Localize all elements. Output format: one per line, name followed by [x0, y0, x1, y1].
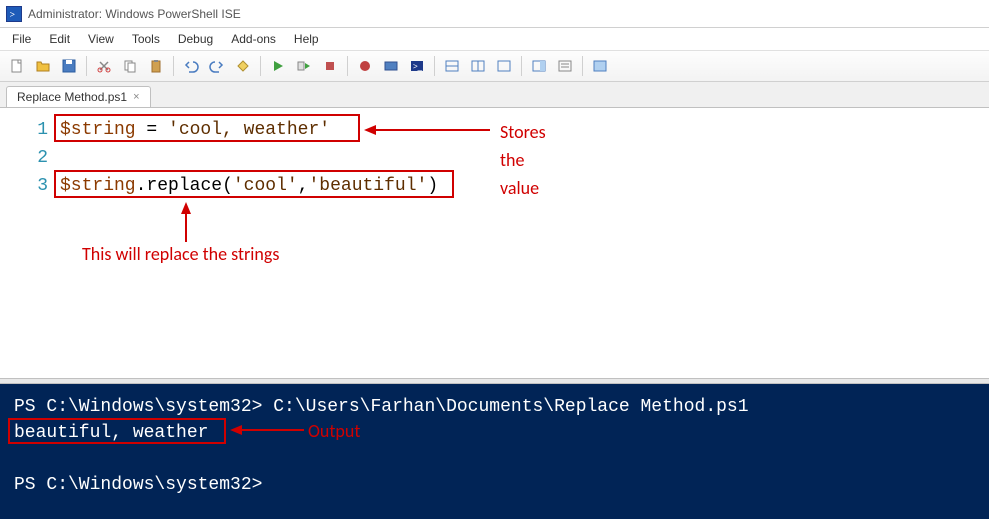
clear-button[interactable]: [232, 55, 254, 77]
separator: [86, 56, 87, 76]
separator: [582, 56, 583, 76]
method-name: replace: [146, 176, 222, 196]
menu-debug[interactable]: Debug: [170, 30, 221, 48]
separator: [521, 56, 522, 76]
annotation-text: This will replace the strings: [82, 240, 279, 268]
undo-button[interactable]: [180, 55, 202, 77]
powershell-button[interactable]: >_: [406, 55, 428, 77]
menu-addons[interactable]: Add-ons: [223, 30, 284, 48]
show-command-button[interactable]: [554, 55, 576, 77]
console-command: C:\Users\Farhan\Documents\Replace Method…: [273, 397, 748, 417]
console-prompt: PS C:\Windows\system32>: [14, 472, 975, 498]
options-button[interactable]: [589, 55, 611, 77]
tab-close-button[interactable]: ×: [133, 91, 139, 103]
code-line-2: [60, 144, 438, 172]
open-button[interactable]: [32, 55, 54, 77]
editor-pane[interactable]: 1 2 3 $string = 'cool, weather' $string.…: [0, 108, 989, 378]
menu-help[interactable]: Help: [286, 30, 327, 48]
paren: ): [427, 176, 438, 196]
separator: [260, 56, 261, 76]
variable: $string: [60, 120, 136, 140]
tab-file[interactable]: Replace Method.ps1 ×: [6, 86, 151, 107]
toolbar: >_: [0, 50, 989, 82]
pane-button-2[interactable]: [467, 55, 489, 77]
paste-button[interactable]: [145, 55, 167, 77]
comma: ,: [298, 176, 309, 196]
svg-text:>_: >_: [413, 62, 423, 71]
paren: (: [222, 176, 233, 196]
line-number: 1: [0, 116, 48, 144]
menu-tools[interactable]: Tools: [124, 30, 168, 48]
variable: $string: [60, 176, 136, 196]
console-line: PS C:\Windows\system32> C:\Users\Farhan\…: [14, 394, 975, 420]
line-number: 3: [0, 172, 48, 200]
separator: [434, 56, 435, 76]
cut-button[interactable]: [93, 55, 115, 77]
code-area[interactable]: $string = 'cool, weather' $string.replac…: [60, 108, 438, 378]
console-prompt: PS C:\Windows\system32>: [14, 397, 273, 417]
titlebar: > Administrator: Windows PowerShell ISE: [0, 0, 989, 28]
string-literal: 'cool, weather': [168, 120, 330, 140]
breakpoint-button[interactable]: [354, 55, 376, 77]
copy-button[interactable]: [119, 55, 141, 77]
command-addon-button[interactable]: [528, 55, 550, 77]
arrow-icon: [180, 200, 192, 242]
pane-button-3[interactable]: [493, 55, 515, 77]
console-output: beautiful, weather: [14, 420, 975, 446]
menubar: File Edit View Tools Debug Add-ons Help: [0, 28, 989, 50]
pane-button-1[interactable]: [441, 55, 463, 77]
separator: [347, 56, 348, 76]
menu-file[interactable]: File: [4, 30, 39, 48]
svg-text:>: >: [10, 9, 15, 20]
line-number: 2: [0, 144, 48, 172]
menu-edit[interactable]: Edit: [41, 30, 78, 48]
tab-strip: Replace Method.ps1 ×: [0, 82, 989, 108]
tab-label: Replace Method.ps1: [17, 90, 127, 104]
menu-view[interactable]: View: [80, 30, 122, 48]
stop-button[interactable]: [319, 55, 341, 77]
run-button[interactable]: [267, 55, 289, 77]
code-line-1: $string = 'cool, weather': [60, 116, 438, 144]
save-button[interactable]: [58, 55, 80, 77]
code-line-3: $string.replace('cool','beautiful'): [60, 172, 438, 200]
new-button[interactable]: [6, 55, 28, 77]
remote-button[interactable]: [380, 55, 402, 77]
line-gutter: 1 2 3: [0, 108, 60, 378]
run-selection-button[interactable]: [293, 55, 315, 77]
annotation-text: Stores the value: [500, 118, 546, 202]
app-icon: >: [6, 6, 22, 22]
console-line: [14, 446, 975, 472]
string-literal: 'beautiful': [309, 176, 428, 196]
console-pane[interactable]: PS C:\Windows\system32> C:\Users\Farhan\…: [0, 384, 989, 519]
operator: =: [136, 120, 168, 140]
string-literal: 'cool': [233, 176, 298, 196]
redo-button[interactable]: [206, 55, 228, 77]
window-title: Administrator: Windows PowerShell ISE: [28, 7, 241, 21]
dot: .: [136, 176, 147, 196]
separator: [173, 56, 174, 76]
